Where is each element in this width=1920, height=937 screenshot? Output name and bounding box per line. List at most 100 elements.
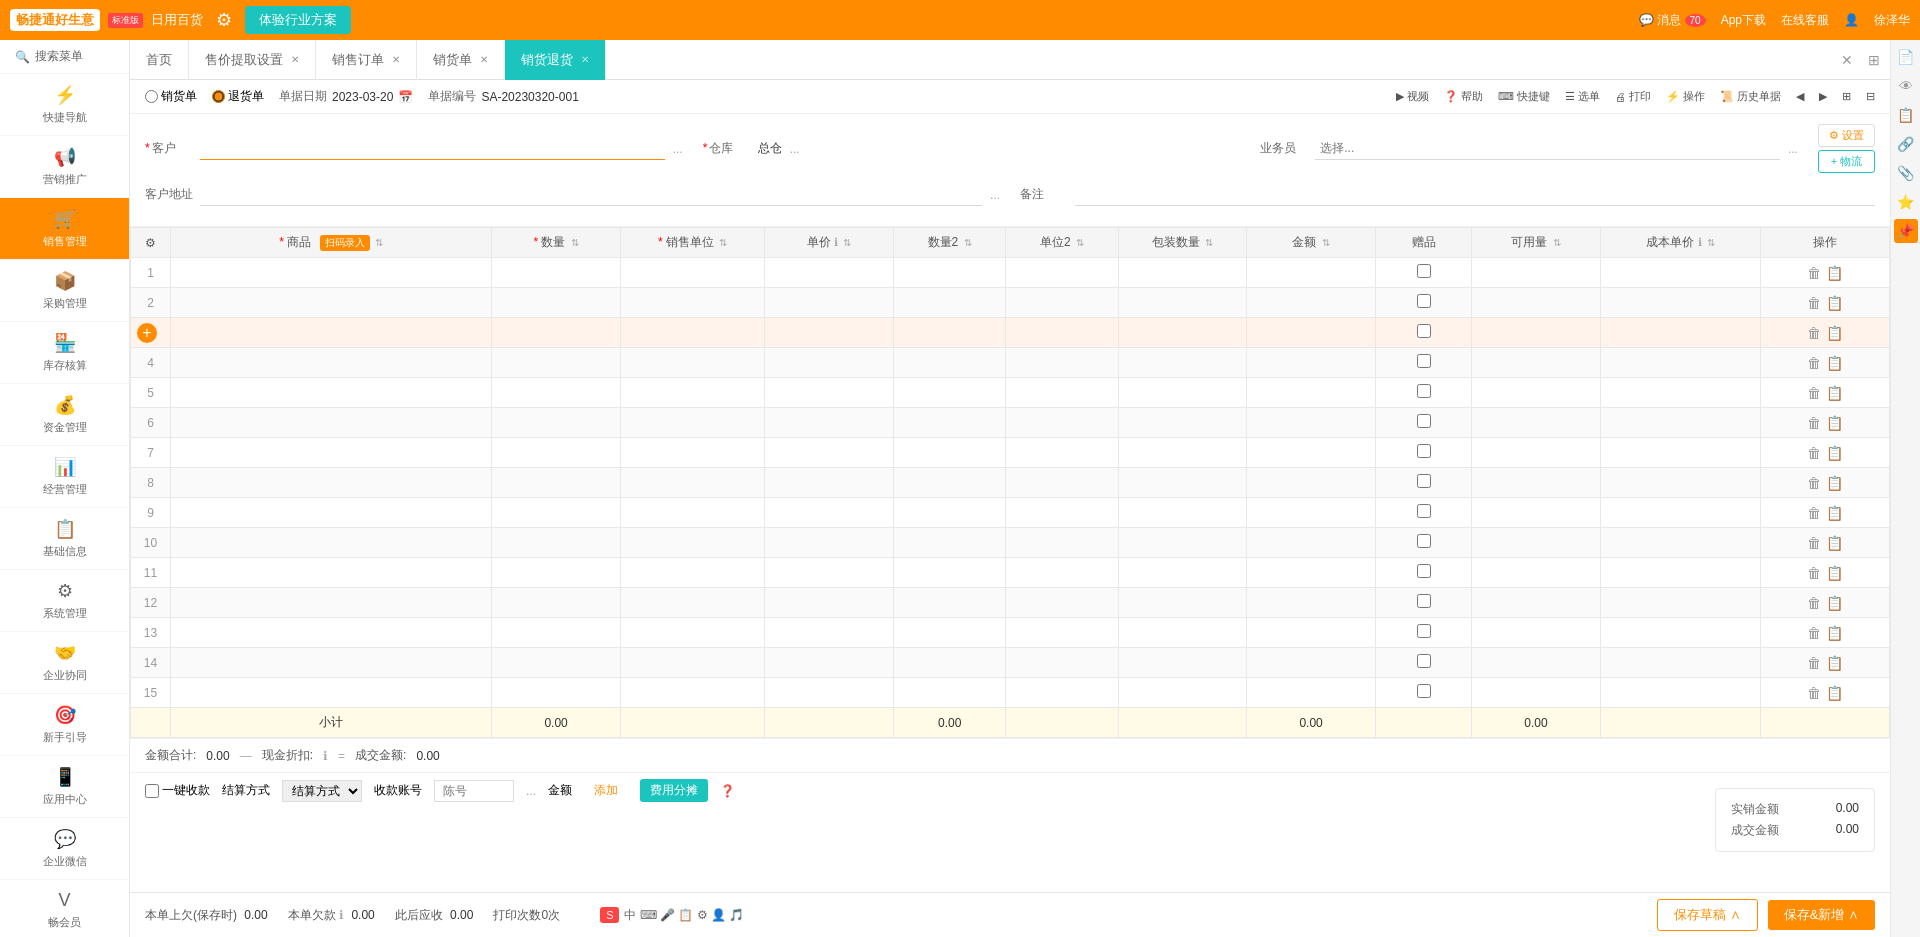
sidebar-item-finance[interactable]: 💰 资金管理	[0, 384, 129, 446]
sales-unit-cell-13[interactable]	[620, 618, 765, 648]
qty2-sort-icon[interactable]: ⇅	[964, 237, 972, 248]
delete-icon-3[interactable]: 🗑	[1807, 325, 1821, 341]
cost-price-cell-11[interactable]	[1600, 558, 1761, 588]
grid-view-btn[interactable]: ⊞	[1842, 90, 1851, 103]
delete-icon-12[interactable]: 🗑	[1807, 595, 1821, 611]
sidebar-item-enterprise[interactable]: 🤝 企业协同	[0, 632, 129, 694]
unit-price-cell-9[interactable]	[765, 498, 894, 528]
prev-btn[interactable]: ◀	[1796, 90, 1804, 103]
amount-cell-10[interactable]	[1247, 528, 1376, 558]
settings-btn[interactable]: ⚙ 设置	[1818, 124, 1875, 147]
radio-sales-delivery-input[interactable]	[145, 90, 158, 103]
qty2-cell-11[interactable]	[893, 558, 1005, 588]
gift-checkbox-15[interactable]	[1417, 684, 1431, 698]
unit-price-cell-4[interactable]	[765, 348, 894, 378]
copy-icon-5[interactable]: 📋	[1826, 385, 1843, 401]
package-qty-cell-3[interactable]	[1118, 318, 1247, 348]
message-btn[interactable]: 💬 消息 70	[1639, 12, 1706, 29]
available-cell-6[interactable]	[1472, 408, 1601, 438]
delete-icon-1[interactable]: 🗑	[1807, 265, 1821, 281]
product-input-3[interactable]	[177, 326, 485, 340]
copy-icon-10[interactable]: 📋	[1826, 535, 1843, 551]
quantity-cell-11[interactable]	[492, 558, 621, 588]
cash-discount-info[interactable]: ℹ	[323, 749, 328, 763]
package-qty-cell-11[interactable]	[1118, 558, 1247, 588]
unit2-cell-7[interactable]	[1006, 438, 1118, 468]
app-download-btn[interactable]: App下载	[1721, 12, 1766, 29]
package-qty-cell-13[interactable]	[1118, 618, 1247, 648]
list-view-btn[interactable]: ⊟	[1866, 90, 1875, 103]
unit-price-cell-10[interactable]	[765, 528, 894, 558]
package-qty-cell-8[interactable]	[1118, 468, 1247, 498]
quantity-cell-4[interactable]	[492, 348, 621, 378]
product-cell-15[interactable]	[171, 678, 492, 708]
product-sort-icon[interactable]: ⇅	[375, 237, 383, 248]
copy-icon-7[interactable]: 📋	[1826, 445, 1843, 461]
cost-price-cell-2[interactable]	[1600, 288, 1761, 318]
cost-price-cell-9[interactable]	[1600, 498, 1761, 528]
quantity-cell-14[interactable]	[492, 648, 621, 678]
gift-checkbox-11[interactable]	[1417, 564, 1431, 578]
tab-price-settings-close[interactable]: ✕	[291, 54, 299, 65]
right-panel-icon-4[interactable]: 🔗	[1894, 132, 1918, 156]
single-owe-info[interactable]: ℹ	[339, 908, 344, 922]
amount-cell-1[interactable]	[1247, 258, 1376, 288]
unit2-cell-3[interactable]	[1006, 318, 1118, 348]
delete-icon-5[interactable]: 🗑	[1807, 385, 1821, 401]
product-cell-1[interactable]	[171, 258, 492, 288]
tab-price-settings[interactable]: 售价提取设置 ✕	[189, 40, 316, 80]
quantity-cell-15[interactable]	[492, 678, 621, 708]
split-btn[interactable]: 费用分摊	[640, 779, 708, 802]
help-btn[interactable]: ❓ 帮助	[1444, 89, 1483, 104]
unit-price-cell-13[interactable]	[765, 618, 894, 648]
cost-price-cell-6[interactable]	[1600, 408, 1761, 438]
qty2-cell-3[interactable]	[893, 318, 1005, 348]
available-cell-2[interactable]	[1472, 288, 1601, 318]
notes-input[interactable]	[1075, 183, 1875, 206]
product-cell-4[interactable]	[171, 348, 492, 378]
select-btn[interactable]: ☰ 选单	[1565, 89, 1600, 104]
online-service-btn[interactable]: 在线客服	[1781, 12, 1829, 29]
delete-icon-4[interactable]: 🗑	[1807, 355, 1821, 371]
qty2-cell-7[interactable]	[893, 438, 1005, 468]
sidebar-item-system[interactable]: ⚙ 系统管理	[0, 570, 129, 632]
package-qty-cell-12[interactable]	[1118, 588, 1247, 618]
package-qty-cell-2[interactable]	[1118, 288, 1247, 318]
quantity-cell-5[interactable]	[492, 378, 621, 408]
quantity-cell-7[interactable]	[492, 438, 621, 468]
available-cell-4[interactable]	[1472, 348, 1601, 378]
product-cell-7[interactable]	[171, 438, 492, 468]
quantity-sort-icon[interactable]: ⇅	[571, 237, 579, 248]
product-cell-2[interactable]	[171, 288, 492, 318]
unit-price-cell-8[interactable]	[765, 468, 894, 498]
cost-price-cell-4[interactable]	[1600, 348, 1761, 378]
gift-checkbox-3[interactable]	[1417, 324, 1431, 338]
package-qty-cell-9[interactable]	[1118, 498, 1247, 528]
delete-icon-11[interactable]: 🗑	[1807, 565, 1821, 581]
address-input[interactable]	[200, 183, 982, 206]
quantity-cell-10[interactable]	[492, 528, 621, 558]
sidebar-item-app-center[interactable]: 📱 应用中心	[0, 756, 129, 818]
logistics-btn[interactable]: + 物流	[1818, 150, 1875, 173]
sales-unit-cell-6[interactable]	[620, 408, 765, 438]
quantity-cell-9[interactable]	[492, 498, 621, 528]
amount-cell-5[interactable]	[1247, 378, 1376, 408]
sales-unit-cell-15[interactable]	[620, 678, 765, 708]
copy-icon-11[interactable]: 📋	[1826, 565, 1843, 581]
package-qty-cell-14[interactable]	[1118, 648, 1247, 678]
tab-maximize-btn[interactable]: ⊞	[1863, 50, 1885, 70]
radio-sales-return-input[interactable]	[212, 90, 225, 103]
cost-price-cell-10[interactable]	[1600, 528, 1761, 558]
right-panel-icon-1[interactable]: 📄	[1894, 45, 1918, 69]
product-cell-8[interactable]	[171, 468, 492, 498]
gift-checkbox-14[interactable]	[1417, 654, 1431, 668]
unit-price-cell-12[interactable]	[765, 588, 894, 618]
settings-gear-icon[interactable]: ⚙	[211, 9, 237, 31]
sales-unit-cell-5[interactable]	[620, 378, 765, 408]
sidebar-item-sales[interactable]: 🛒 销售管理	[0, 198, 129, 260]
amount-cell-4[interactable]	[1247, 348, 1376, 378]
gift-checkbox-6[interactable]	[1417, 414, 1431, 428]
product-cell-5[interactable]	[171, 378, 492, 408]
unit-price-cell-5[interactable]	[765, 378, 894, 408]
add-row-btn[interactable]: +	[137, 323, 157, 343]
